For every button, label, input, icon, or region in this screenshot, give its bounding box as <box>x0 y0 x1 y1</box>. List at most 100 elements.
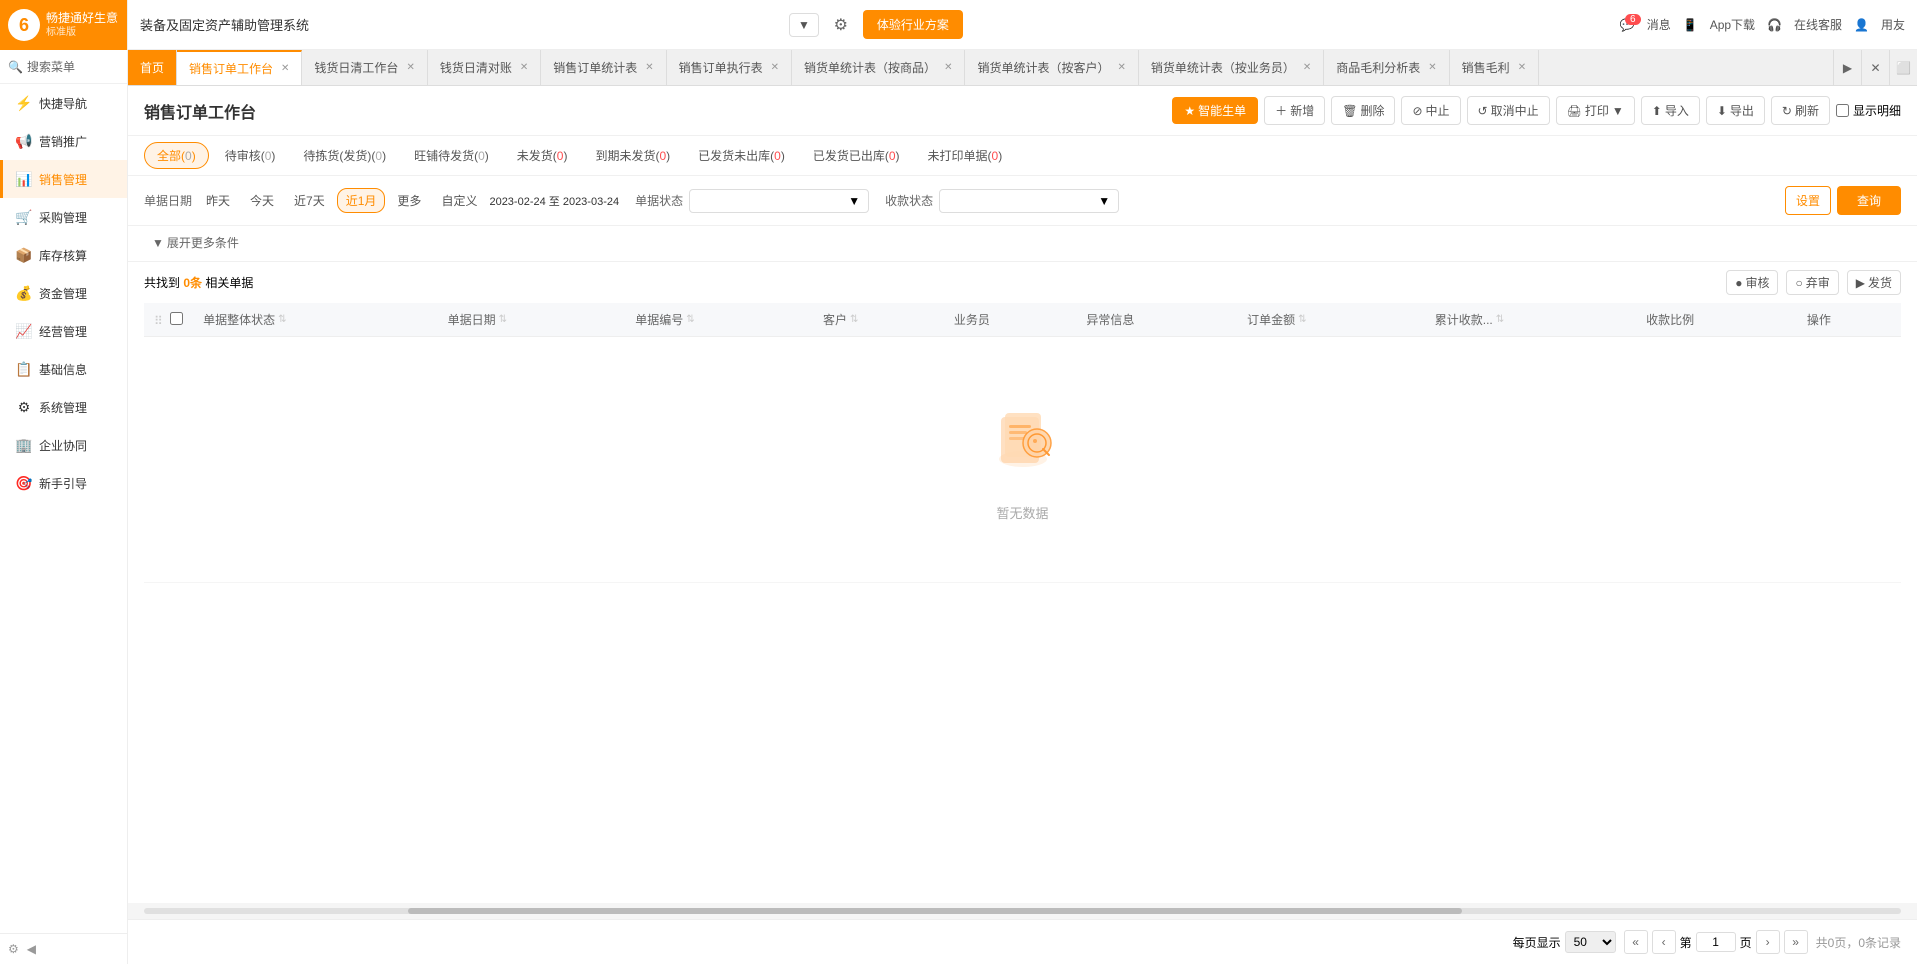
topbar-dropdown[interactable]: ▼ <box>789 13 819 37</box>
tab-close-btn[interactable]: ✕ <box>1303 62 1311 73</box>
stop-btn[interactable]: ⊘ 中止 <box>1401 96 1460 125</box>
filter-tab-已发货已出库[interactable]: 已发货已出库(0) <box>801 143 912 168</box>
tab-close-btn[interactable]: ✕ <box>771 62 779 73</box>
import-btn[interactable]: ⬆ 导入 <box>1641 96 1700 125</box>
nav-label: 新手引导 <box>39 475 87 492</box>
tab-close-btn[interactable]: ✕ <box>944 62 952 73</box>
sidebar-item-marketing[interactable]: 📢营销推广 <box>0 122 127 160</box>
tab-7[interactable]: 销货单统计表（按客户）✕ <box>965 50 1138 86</box>
horizontal-scrollbar[interactable] <box>128 903 1917 919</box>
first-page-btn[interactable]: « <box>1624 930 1648 954</box>
message-icon[interactable]: 💬 6 <box>1620 18 1635 32</box>
expand-conditions-btn[interactable]: ▼ 展开更多条件 <box>144 230 1901 255</box>
sidebar-item-operations[interactable]: 📈经营管理 <box>0 312 127 350</box>
add-btn[interactable]: ＋ 新增 <box>1264 96 1325 125</box>
tab-2[interactable]: 钱货日清工作台✕ <box>302 50 427 86</box>
sort-customer[interactable]: 客户 ⇅ <box>823 311 934 328</box>
tab-close-btn[interactable]: ✕ <box>1518 62 1526 73</box>
settings-btn[interactable]: 设置 <box>1785 186 1831 215</box>
tab-8[interactable]: 销货单统计表（按业务员）✕ <box>1139 50 1324 86</box>
tab-1[interactable]: 销售订单工作台✕ <box>177 50 302 86</box>
topbar-gear[interactable]: ⚙ <box>827 11 855 39</box>
print-btn[interactable]: 🖨 打印 ▼ <box>1556 96 1635 125</box>
tab-10[interactable]: 销售毛利✕ <box>1450 50 1539 86</box>
search-menu[interactable]: 🔍 搜索菜单 <box>0 50 127 84</box>
date-option-今天[interactable]: 今天 <box>242 189 282 212</box>
filter-tab-到期未发货[interactable]: 到期未发货(0) <box>583 143 682 168</box>
industry-btn[interactable]: 体验行业方案 <box>863 10 963 39</box>
filter-tab-全部[interactable]: 全部(0) <box>144 142 209 169</box>
payment-label: 收款状态 <box>885 192 933 209</box>
tab-3[interactable]: 钱货日清对账✕ <box>428 50 541 86</box>
date-option-近7天[interactable]: 近7天 <box>286 189 333 212</box>
filter-tab-未打印单据[interactable]: 未打印单据(0) <box>916 143 1015 168</box>
sidebar-item-enterprise[interactable]: 🏢企业协同 <box>0 426 127 464</box>
tab-close-btn[interactable]: ✕ <box>1428 62 1436 73</box>
status-select[interactable]: ▼ <box>689 189 869 213</box>
delete-btn[interactable]: 🗑 删除 <box>1331 96 1395 125</box>
date-option-自定义[interactable]: 自定义 <box>433 189 485 212</box>
last-page-btn[interactable]: » <box>1784 930 1808 954</box>
tab-close-btn[interactable]: ✕ <box>520 62 528 73</box>
next-page-btn[interactable]: › <box>1756 930 1780 954</box>
tab-4[interactable]: 销售订单统计表✕ <box>541 50 666 86</box>
sort-amount[interactable]: 订单金额 ⇅ <box>1247 311 1415 328</box>
tab-scroll-right[interactable]: ▶ <box>1833 50 1861 86</box>
cancel-audit-btn[interactable]: ○ 弃审 <box>1786 270 1838 295</box>
sort-collected[interactable]: 累计收款... ⇅ <box>1435 311 1626 328</box>
scrollbar-thumb[interactable] <box>408 908 1462 914</box>
smart-create-btn[interactable]: ★ 智能生单 <box>1172 97 1258 124</box>
page-size-dropdown[interactable]: 50 100 200 <box>1565 931 1616 953</box>
sidebar-item-basic-info[interactable]: 📋基础信息 <box>0 350 127 388</box>
tab-close-all[interactable]: ✕ <box>1861 50 1889 86</box>
filter-tab-未发货[interactable]: 未发货(0) <box>505 143 580 168</box>
settings-icon[interactable]: ⚙ <box>8 942 19 956</box>
tab-6[interactable]: 销货单统计表（按商品）✕ <box>792 50 965 86</box>
tab-5[interactable]: 销售订单执行表✕ <box>667 50 792 86</box>
cancel-stop-btn[interactable]: ↺ 取消中止 <box>1467 96 1550 125</box>
tab-close-btn[interactable]: ✕ <box>1117 62 1125 73</box>
date-option-近1月[interactable]: 近1月 <box>337 188 386 213</box>
page-number-input[interactable] <box>1696 932 1736 952</box>
tab-0[interactable]: 首页 <box>128 50 177 86</box>
nav-icon: 📊 <box>15 170 33 188</box>
sidebar-item-finance[interactable]: 💰资金管理 <box>0 274 127 312</box>
cancel-stop-icon: ↺ <box>1478 104 1488 118</box>
payment-field: 收款状态 ▼ <box>885 189 1119 213</box>
tab-close-btn[interactable]: ✕ <box>645 62 653 73</box>
tab-maximize[interactable]: ⬜ <box>1889 50 1917 86</box>
prev-page-btn[interactable]: ‹ <box>1652 930 1676 954</box>
sidebar-item-quick-nav[interactable]: ⚡快捷导航 <box>0 84 127 122</box>
ship-btn[interactable]: ▶ 发货 <box>1847 270 1901 295</box>
filter-tab-旺铺待发货[interactable]: 旺铺待发货(0) <box>402 143 501 168</box>
select-all-checkbox[interactable] <box>170 312 183 325</box>
sort-status[interactable]: 单据整体状态 ⇅ <box>203 311 427 328</box>
payment-select[interactable]: ▼ <box>939 189 1119 213</box>
tab-9[interactable]: 商品毛利分析表✕ <box>1324 50 1449 86</box>
tab-close-btn[interactable]: ✕ <box>281 63 289 74</box>
sort-date[interactable]: 单据日期 ⇅ <box>448 311 616 328</box>
audit-btn[interactable]: ● 审核 <box>1726 270 1778 295</box>
tab-close-btn[interactable]: ✕ <box>406 62 414 73</box>
sidebar-item-purchase[interactable]: 🛒采购管理 <box>0 198 127 236</box>
filter-tab-待拣货(发货)[interactable]: 待拣货(发货)(0) <box>291 143 398 168</box>
show-detail-checkbox[interactable] <box>1836 104 1849 117</box>
refresh-icon: ↻ <box>1782 104 1792 118</box>
main-area: 装备及固定资产辅助管理系统 ▼ ⚙ 体验行业方案 💬 6 消息 📱 App下载 … <box>128 0 1917 964</box>
collapse-icon[interactable]: ◀ <box>27 942 36 956</box>
sort-number[interactable]: 单据编号 ⇅ <box>635 311 803 328</box>
sidebar-item-guide[interactable]: 🎯新手引导 <box>0 464 127 502</box>
sidebar-item-sales[interactable]: 📊销售管理 <box>0 160 127 198</box>
export-icon: ⬇ <box>1717 104 1727 118</box>
filter-tab-已发货未出库[interactable]: 已发货未出库(0) <box>686 143 797 168</box>
export-btn[interactable]: ⬇ 导出 <box>1706 96 1765 125</box>
sidebar-item-system[interactable]: ⚙系统管理 <box>0 388 127 426</box>
record-count: 0条 <box>183 276 202 290</box>
date-option-昨天[interactable]: 昨天 <box>198 189 238 212</box>
sidebar-bottom: ⚙ ◀ <box>0 933 127 964</box>
refresh-btn[interactable]: ↻ 刷新 <box>1771 96 1830 125</box>
date-option-更多[interactable]: 更多 <box>389 189 429 212</box>
query-btn[interactable]: 查询 <box>1837 186 1901 215</box>
filter-tab-待审核[interactable]: 待审核(0) <box>213 143 288 168</box>
sidebar-item-inventory[interactable]: 📦库存核算 <box>0 236 127 274</box>
